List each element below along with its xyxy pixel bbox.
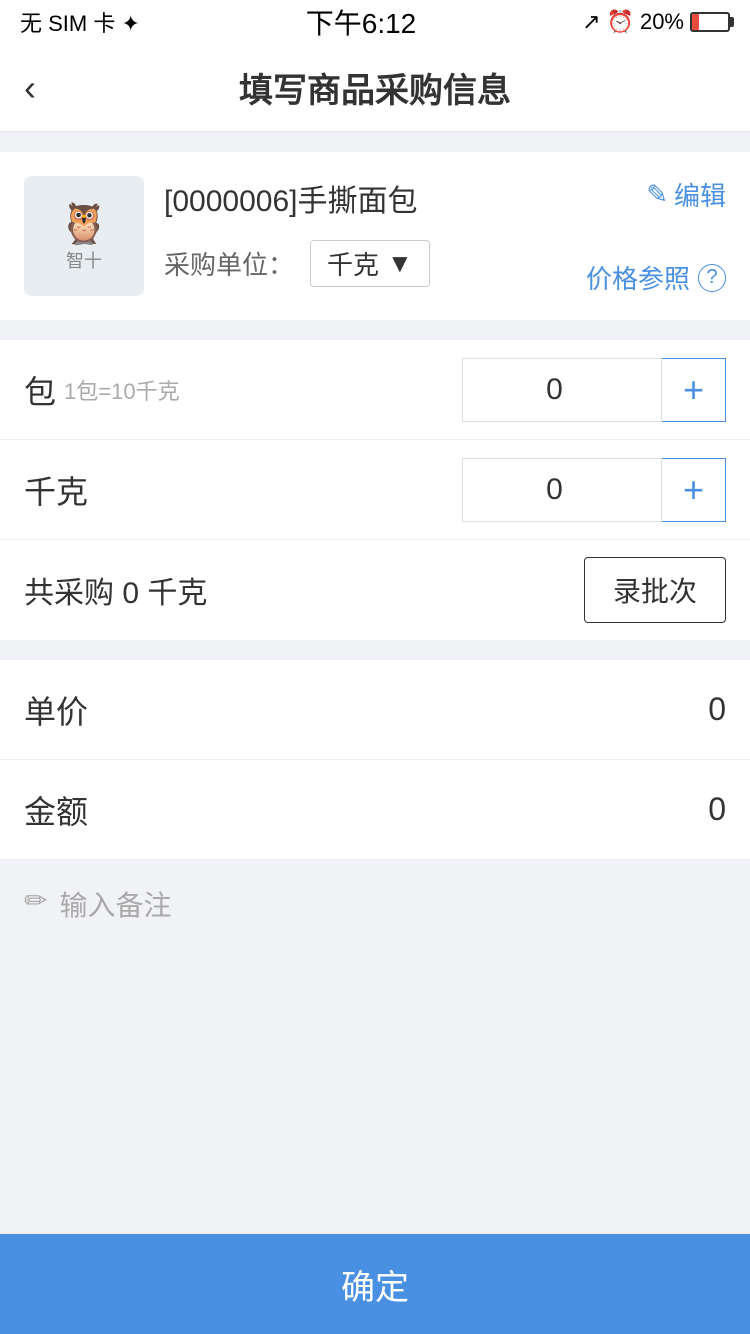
status-right: ↗ ⏰ 20% — [582, 9, 730, 35]
owl-icon: 🦉 — [59, 200, 109, 247]
status-time: 下午6:12 — [306, 2, 417, 42]
status-left: 无 SIM 卡 ✦ — [20, 6, 140, 38]
product-card: 🦉 智十 [0000006]手撕面包 采购单位： 千克 ▼ ✎ 编辑 价格参照 … — [0, 152, 750, 320]
summary-row: 共采购 0 千克 录批次 — [0, 540, 750, 640]
edit-button[interactable]: ✎ 编辑 — [646, 176, 726, 213]
product-image: 🦉 智十 — [24, 176, 144, 296]
product-name: [0000006]手撕面包 — [164, 176, 726, 220]
amount-value: 0 — [708, 791, 726, 828]
unit-price-value: 0 — [708, 691, 726, 728]
product-logo: 🦉 智十 — [59, 200, 109, 273]
location-icon: ↗ — [582, 9, 600, 35]
kg-control: + — [462, 458, 726, 522]
edit-label: 编辑 — [674, 176, 726, 213]
summary-text: 共采购 0 千克 — [24, 568, 207, 612]
kg-input-row: 千克 + — [0, 440, 750, 540]
unit-price-row: 单价 0 — [0, 660, 750, 760]
battery-percent: 20% — [640, 9, 684, 35]
price-ref-icon: ? — [698, 264, 726, 292]
page-title: 填写商品采购信息 — [239, 63, 511, 112]
separator-top — [0, 132, 750, 152]
nav-bar: ‹ 填写商品采购信息 — [0, 44, 750, 132]
price-info-section: 单价 0 金额 0 — [0, 660, 750, 860]
pencil-icon: ✏ — [24, 884, 47, 917]
logo-text: 智十 — [66, 247, 102, 273]
remark-placeholder: 输入备注 — [59, 884, 171, 924]
price-ref-label: 价格参照 — [586, 259, 690, 296]
kg-plus-button[interactable]: + — [662, 458, 726, 522]
amount-label: 金额 — [24, 787, 88, 833]
price-ref-button[interactable]: 价格参照 ? — [586, 259, 726, 296]
sim-status: 无 SIM 卡 ✦ — [20, 6, 140, 38]
input-section: 包 1包=10千克 + 千克 + 共采购 0 千克 录批次 — [0, 340, 750, 640]
confirm-button[interactable]: 确定 — [0, 1234, 750, 1334]
pack-sub: 1包=10千克 — [64, 374, 180, 406]
dropdown-icon: ▼ — [387, 248, 413, 279]
remark-section[interactable]: ✏ 输入备注 — [0, 860, 750, 980]
pack-label: 包 — [24, 367, 56, 413]
pack-input-row: 包 1包=10千克 + — [0, 340, 750, 440]
edit-icon: ✎ — [646, 179, 668, 210]
unit-price-label: 单价 — [24, 687, 88, 733]
unit-selector[interactable]: 千克 ▼ — [310, 240, 430, 287]
pack-plus-button[interactable]: + — [662, 358, 726, 422]
separator-mid — [0, 320, 750, 340]
kg-label: 千克 — [24, 467, 88, 513]
status-bar: 无 SIM 卡 ✦ 下午6:12 ↗ ⏰ 20% — [0, 0, 750, 44]
separator-mid2 — [0, 640, 750, 660]
pack-input[interactable] — [462, 358, 662, 422]
amount-row: 金额 0 — [0, 760, 750, 860]
back-button[interactable]: ‹ — [24, 67, 36, 109]
record-batch-button[interactable]: 录批次 — [584, 557, 726, 623]
alarm-icon: ⏰ — [607, 9, 634, 35]
battery-icon — [690, 12, 730, 32]
unit-value: 千克 — [327, 245, 379, 282]
unit-label: 采购单位： — [164, 245, 294, 282]
pack-control: + — [462, 358, 726, 422]
kg-input[interactable] — [462, 458, 662, 522]
